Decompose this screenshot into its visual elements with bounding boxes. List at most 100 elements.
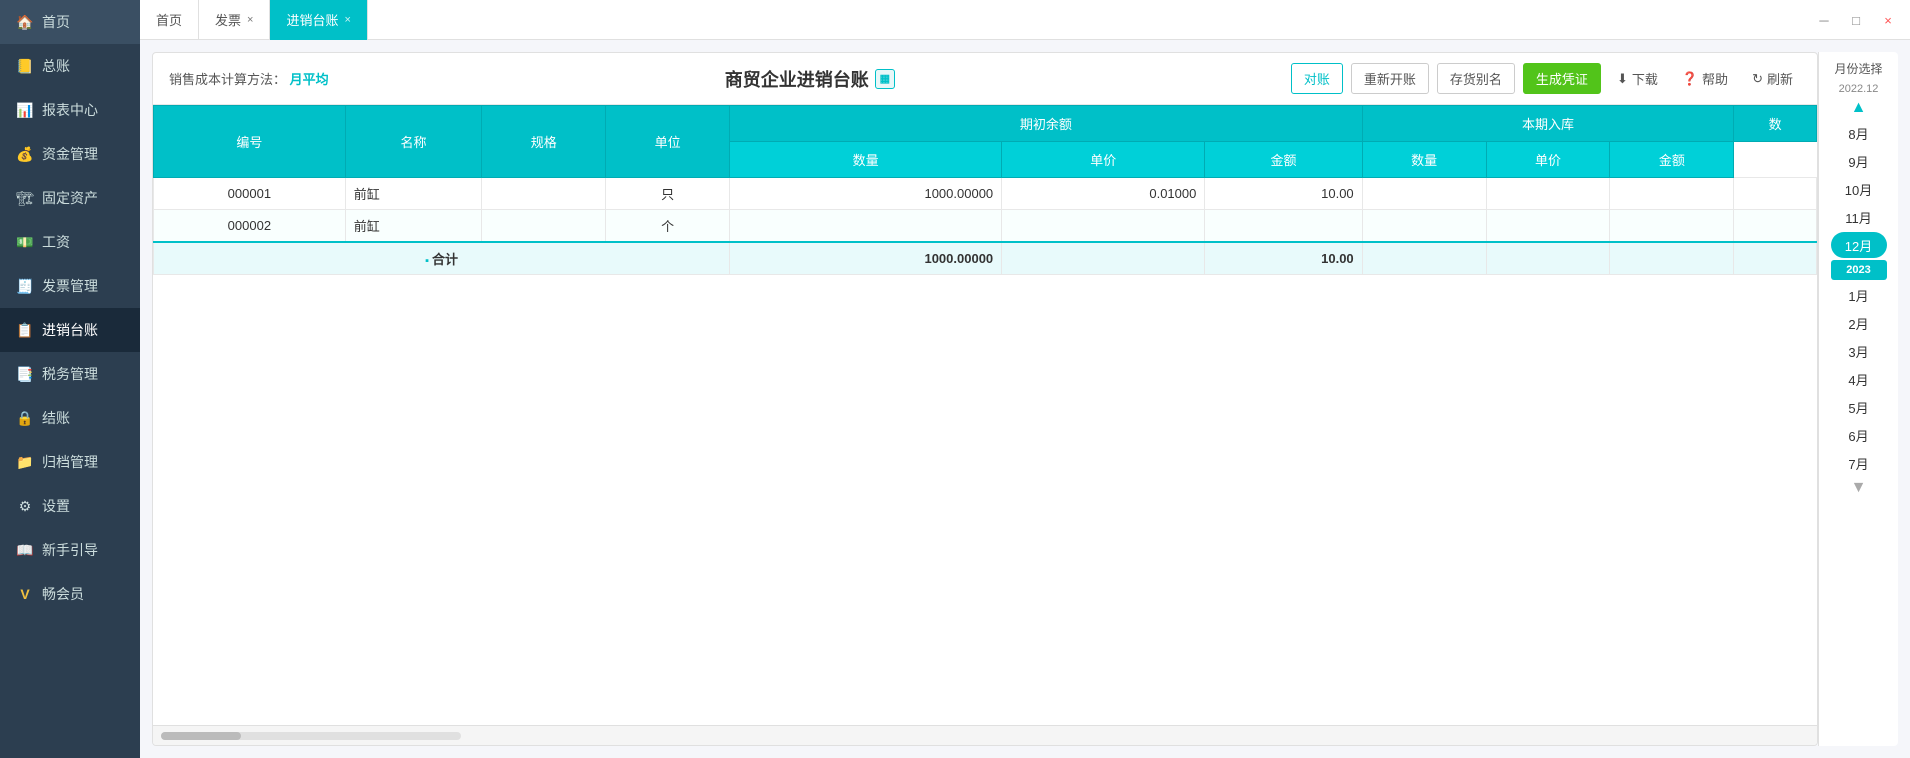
month-11[interactable]: 11月 <box>1831 204 1887 230</box>
month-10[interactable]: 10月 <box>1831 176 1887 202</box>
refresh-icon: ↻ <box>1752 71 1763 87</box>
archive-icon: 📁 <box>16 453 34 471</box>
tab-bar: 首页 发票 × 进销台账 × ─ □ × <box>140 0 1910 40</box>
month-5[interactable]: 5月 <box>1831 394 1887 420</box>
year-2023-label: 2023 <box>1831 260 1887 280</box>
cell-open-price <box>1002 210 1205 243</box>
home-icon: 🏠 <box>16 13 34 31</box>
sidebar-item-vip[interactable]: V 畅会员 <box>0 572 140 616</box>
month-4[interactable]: 4月 <box>1831 366 1887 392</box>
sidebar-item-fixed-assets[interactable]: 🏗 固定资产 <box>0 176 140 220</box>
total-in-price <box>1486 242 1610 275</box>
ledger-icon: 📒 <box>16 57 34 75</box>
content-area: 销售成本计算方法： 月平均 商贸企业进销台账 ▦ 对账 重新开账 存货别名 生成… <box>140 40 1910 758</box>
cell-open-amount <box>1205 210 1362 243</box>
tab-invoice-close[interactable]: × <box>247 14 253 26</box>
main-panel: 销售成本计算方法： 月平均 商贸企业进销台账 ▦ 对账 重新开账 存货别名 生成… <box>152 52 1818 746</box>
cell-in-price <box>1486 178 1610 210</box>
sidebar-item-close[interactable]: 🔒 结账 <box>0 396 140 440</box>
toolbar-buttons: 对账 重新开账 存货别名 生成凭证 ⬇ 下载 ❓ 帮助 ↻ 刷新 <box>1291 63 1801 94</box>
guide-icon: 📖 <box>16 541 34 559</box>
funds-icon: 💰 <box>16 145 34 163</box>
table-row[interactable]: 000001 前缸 只 1000.00000 0.01000 10.00 <box>154 178 1817 210</box>
scroll-up-button[interactable]: ▲ <box>1831 97 1887 119</box>
sidebar-item-payroll[interactable]: 💵 工资 <box>0 220 140 264</box>
minimize-button[interactable]: ─ <box>1810 6 1838 34</box>
title-info-icon[interactable]: ▦ <box>875 69 895 89</box>
col-code: 编号 <box>154 106 346 178</box>
download-icon: ⬇ <box>1617 71 1628 87</box>
scrollbar-thumb[interactable] <box>161 732 241 740</box>
tab-home[interactable]: 首页 <box>140 0 199 40</box>
reports-icon: 📊 <box>16 101 34 119</box>
sidebar-item-purchase-sales[interactable]: 📋 进销台账 <box>0 308 140 352</box>
cell-unit: 只 <box>606 178 730 210</box>
total-open-qty: 1000.00000 <box>730 242 1002 275</box>
window-controls: ─ □ × <box>1810 0 1910 40</box>
cell-open-price: 0.01000 <box>1002 178 1205 210</box>
refresh-button[interactable]: ↻ 刷新 <box>1744 64 1801 93</box>
month-panel: 月份选择 2022.12 ▲ 8月 9月 10月 11月 12月 2023 1月… <box>1818 52 1898 746</box>
total-open-amount: 10.00 <box>1205 242 1362 275</box>
year-2022-label: 2022.12 <box>1819 81 1898 97</box>
month-1[interactable]: 1月 <box>1831 282 1887 308</box>
purchase-sales-icon: 📋 <box>16 321 34 339</box>
cell-out-qty <box>1734 210 1817 243</box>
cell-name: 前缸 <box>345 210 482 243</box>
cell-open-qty: 1000.00000 <box>730 178 1002 210</box>
sidebar-item-invoice-mgmt[interactable]: 🧾 发票管理 <box>0 264 140 308</box>
cell-open-amount: 10.00 <box>1205 178 1362 210</box>
sidebar-item-reports[interactable]: 📊 报表中心 <box>0 88 140 132</box>
col-open-qty: 数量 <box>730 142 1002 178</box>
fixed-assets-icon: 🏗 <box>16 189 34 207</box>
month-7[interactable]: 7月 <box>1831 450 1887 476</box>
total-in-amount <box>1610 242 1734 275</box>
bottom-scrollbar[interactable] <box>153 725 1817 745</box>
col-unit: 单位 <box>606 106 730 178</box>
payroll-icon: 💵 <box>16 233 34 251</box>
month-12[interactable]: 12月 <box>1831 232 1887 258</box>
month-3[interactable]: 3月 <box>1831 338 1887 364</box>
download-button[interactable]: ⬇ 下载 <box>1609 64 1666 93</box>
cell-spec <box>482 210 606 243</box>
cell-unit: 个 <box>606 210 730 243</box>
data-table: 编号 名称 规格 单位 期初余额 本期入库 数 数量 单价 金额 数 <box>153 105 1817 275</box>
tab-purchase-sales-close[interactable]: × <box>344 14 350 26</box>
title-area: 销售成本计算方法： 月平均 商贸企业进销台账 ▦ 对账 重新开账 存货别名 生成… <box>153 53 1817 105</box>
sidebar-item-tax[interactable]: 📑 税务管理 <box>0 352 140 396</box>
save-alias-button[interactable]: 存货别名 <box>1437 63 1515 94</box>
reconcile-button[interactable]: 对账 <box>1291 63 1343 94</box>
sidebar-item-guide[interactable]: 📖 新手引导 <box>0 528 140 572</box>
total-out-qty <box>1734 242 1817 275</box>
maximize-button[interactable]: □ <box>1842 6 1870 34</box>
col-out-qty: 数 <box>1734 106 1817 142</box>
sidebar-item-ledger[interactable]: 📒 总账 <box>0 44 140 88</box>
scroll-down-button[interactable]: ▼ <box>1831 477 1887 499</box>
tax-icon: 📑 <box>16 365 34 383</box>
cell-in-price <box>1486 210 1610 243</box>
sidebar-item-home[interactable]: 🏠 首页 <box>0 0 140 44</box>
total-label: ▪合计 <box>154 242 730 275</box>
cell-in-amount <box>1610 178 1734 210</box>
cell-name: 前缸 <box>345 178 482 210</box>
sidebar-item-settings[interactable]: ⚙ 设置 <box>0 484 140 528</box>
month-6[interactable]: 6月 <box>1831 422 1887 448</box>
month-2[interactable]: 2月 <box>1831 310 1887 336</box>
col-current-in: 本期入库 <box>1362 106 1734 142</box>
sidebar-item-funds[interactable]: 💰 资金管理 <box>0 132 140 176</box>
month-8[interactable]: 8月 <box>1831 120 1887 146</box>
tab-purchase-sales[interactable]: 进销台账 × <box>270 0 367 40</box>
close-window-button[interactable]: × <box>1874 6 1902 34</box>
help-button[interactable]: ❓ 帮助 <box>1674 64 1736 93</box>
total-open-price <box>1002 242 1205 275</box>
month-9[interactable]: 9月 <box>1831 148 1887 174</box>
help-icon: ❓ <box>1682 71 1698 87</box>
reopen-button[interactable]: 重新开账 <box>1351 63 1429 94</box>
sidebar-item-archive[interactable]: 📁 归档管理 <box>0 440 140 484</box>
close-books-icon: 🔒 <box>16 409 34 427</box>
table-row[interactable]: 000002 前缸 个 <box>154 210 1817 243</box>
generate-voucher-button[interactable]: 生成凭证 <box>1523 63 1601 94</box>
tab-invoice[interactable]: 发票 × <box>199 0 270 40</box>
vip-icon: V <box>16 585 34 603</box>
cell-in-qty <box>1362 210 1486 243</box>
